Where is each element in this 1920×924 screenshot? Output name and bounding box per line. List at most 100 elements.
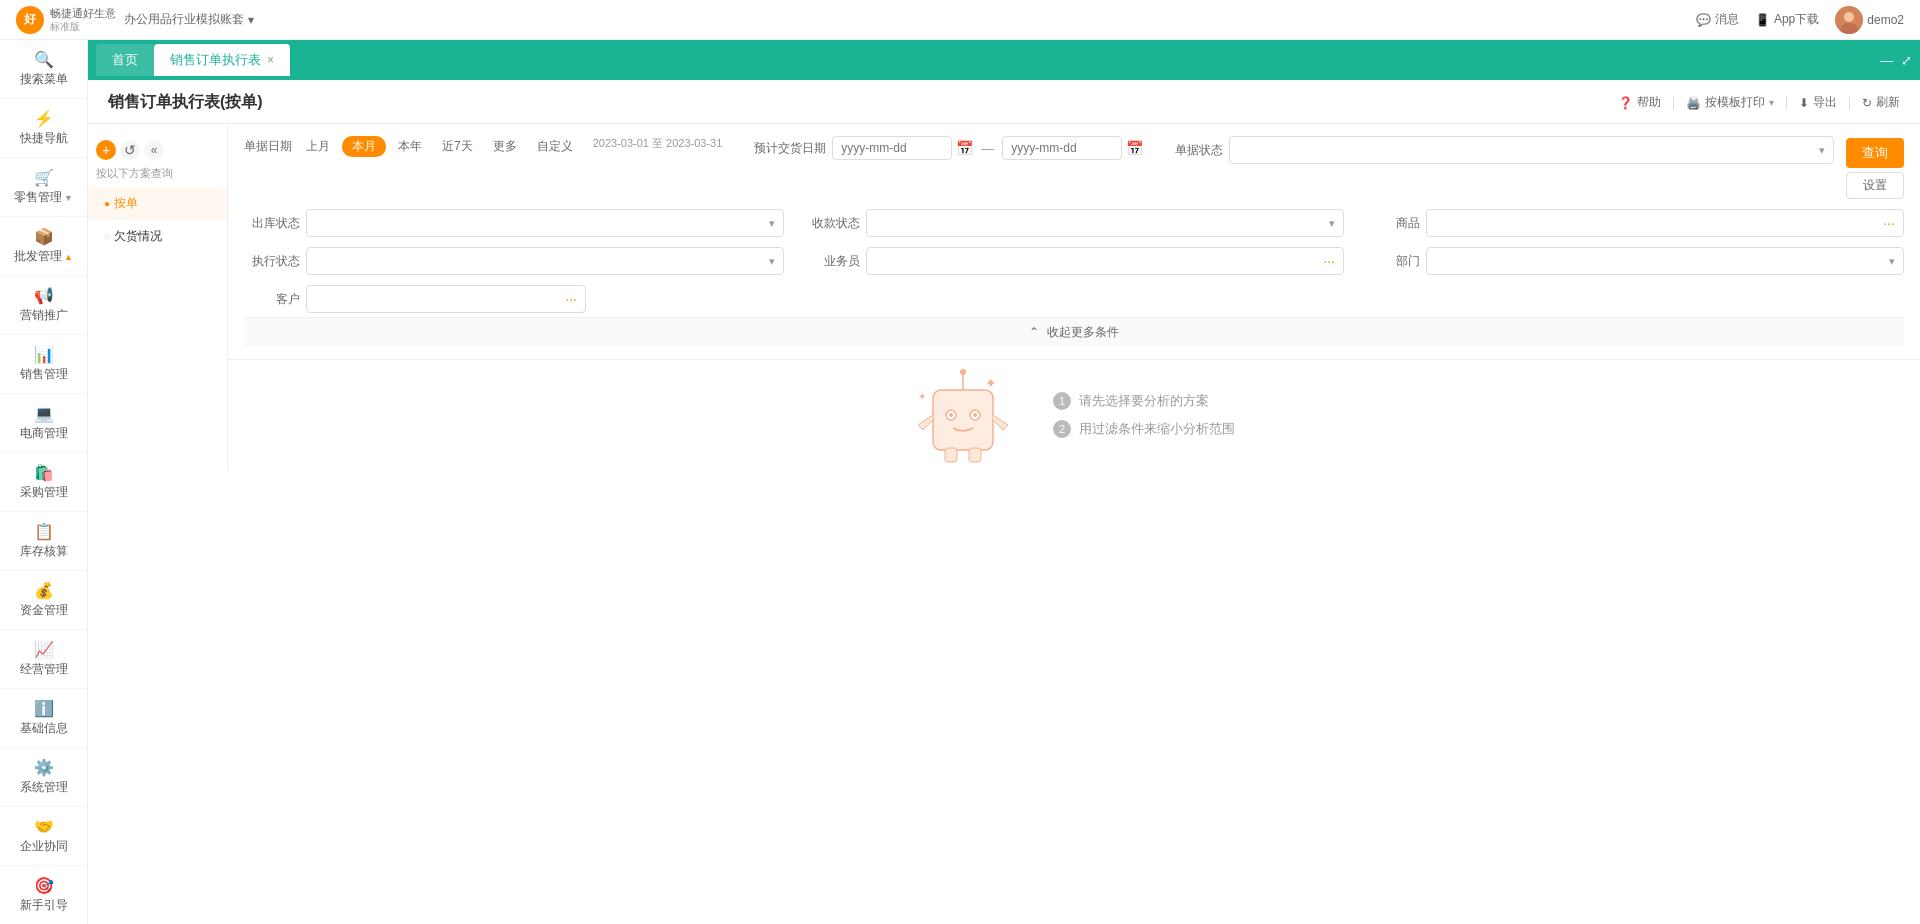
sidebar-item-system[interactable]: ⚙️ 系统管理	[0, 748, 87, 807]
sidebar-item-inventory[interactable]: 📋 库存核算	[0, 512, 87, 571]
goods-input[interactable]: ···	[1426, 209, 1904, 237]
app-download-label: App下载	[1774, 11, 1819, 28]
dept-select[interactable]: ▾	[1426, 247, 1904, 275]
sidebar-item-label: 搜索菜单	[4, 71, 83, 88]
doc-status-select[interactable]: ▾	[1229, 136, 1834, 164]
sidebar-item-wholesale[interactable]: 📦 批发管理 ▲	[0, 217, 87, 276]
goods-cell: 商品 ···	[1364, 209, 1904, 237]
message-btn[interactable]: 💬 消息	[1696, 11, 1739, 28]
date-tab-custom[interactable]: 自定义	[529, 136, 581, 157]
chevron-down-icon: ▼	[64, 193, 73, 203]
sidebar-item-label: 营销推广	[4, 307, 83, 324]
app-download-btn[interactable]: 📱 App下载	[1755, 11, 1819, 28]
page-content: 销售订单执行表(按单) ❓ 帮助 🖨️ 按模板打印 ▾	[88, 80, 1920, 924]
chevron-down-icon: ▾	[769, 255, 775, 268]
exec-cell: 执行状态 ▾	[244, 247, 784, 275]
dots-icon[interactable]: ···	[1883, 215, 1895, 231]
basicinfo-icon: ℹ️	[4, 699, 83, 718]
salesperson-input[interactable]: ···	[866, 247, 1344, 275]
sidebar-item-label: 经营管理	[4, 661, 83, 678]
date-tab-lastmonth[interactable]: 上月	[298, 136, 338, 157]
sidebar-item-retail[interactable]: 🛒 零售管理 ▼	[0, 158, 87, 217]
receive-cell: 收款状态 ▾	[804, 209, 1344, 237]
user-menu[interactable]: demo2	[1835, 6, 1904, 34]
date-dash: —	[977, 141, 998, 156]
date-tab-thismonth[interactable]: 本月	[342, 136, 386, 157]
empty-illustration: ✦ ✦	[913, 360, 1013, 470]
page-inner: 销售订单执行表(按单) ❓ 帮助 🖨️ 按模板打印 ▾	[88, 80, 1920, 924]
sidebar-item-operations[interactable]: 📈 经营管理	[0, 630, 87, 689]
collapse-filters-btn[interactable]: ⌃ 收起更多条件	[244, 317, 1904, 347]
sidebar-item-basicinfo[interactable]: ℹ️ 基础信息	[0, 689, 87, 748]
finance-icon: 💰	[4, 581, 83, 600]
sub-nav-item-shortage[interactable]: ○ 欠货情况	[88, 220, 227, 253]
sidebar-item-marketing[interactable]: 📢 营销推广	[0, 276, 87, 335]
outbound-select[interactable]: ▾	[306, 209, 784, 237]
print-btn[interactable]: 🖨️ 按模板打印 ▾	[1686, 94, 1774, 111]
sidebar-item-sales[interactable]: 📊 销售管理	[0, 335, 87, 394]
refresh-btn[interactable]: ↻ 刷新	[1862, 94, 1900, 111]
tab-minimize-icon[interactable]: —	[1880, 53, 1893, 68]
svg-rect-3	[933, 390, 993, 450]
date-tab-last7days[interactable]: 近7天	[434, 136, 481, 157]
page-actions: ❓ 帮助 🖨️ 按模板打印 ▾ ⬇ 导出	[1618, 94, 1900, 111]
sidebar-item-finance[interactable]: 💰 资金管理	[0, 571, 87, 630]
breadcrumb-area: 办公用品行业模拟账套 ▾	[124, 11, 254, 28]
dots-icon[interactable]: ···	[565, 291, 577, 307]
doc-status-group: 单据状态 ▾	[1175, 136, 1834, 164]
logo-icon: 好	[16, 6, 44, 34]
sidebar-item-guide[interactable]: 🎯 新手引导	[0, 866, 87, 924]
collapse-subnav-btn[interactable]: «	[144, 140, 164, 160]
sub-nav-item-byorder[interactable]: ● 按单	[88, 187, 227, 220]
date-tab-thisyear[interactable]: 本年	[390, 136, 430, 157]
settings-btn[interactable]: 设置	[1846, 172, 1904, 199]
receive-select[interactable]: ▾	[866, 209, 1344, 237]
operations-icon: 📈	[4, 640, 83, 659]
expected-date-group: 预计交货日期 📅 — 📅	[754, 136, 1143, 160]
username-label: demo2	[1867, 13, 1904, 27]
sidebar-item-label: 新手引导	[4, 897, 83, 914]
sidebar-item-purchase[interactable]: 🛍️ 采购管理	[0, 453, 87, 512]
sidebar-item-label: 批发管理	[14, 248, 62, 265]
help-btn[interactable]: ❓ 帮助	[1618, 94, 1661, 111]
tab-home[interactable]: 首页	[96, 44, 154, 76]
logo-sub-text: 标准版	[50, 20, 116, 33]
help-label: 帮助	[1637, 94, 1661, 111]
refresh-scheme-btn[interactable]: ↺	[120, 140, 140, 160]
tab-close-icon[interactable]: ×	[267, 53, 274, 67]
message-icon: 💬	[1696, 13, 1711, 27]
breadcrumb-text: 办公用品行业模拟账套	[124, 11, 244, 28]
dots-icon[interactable]: ···	[1323, 253, 1335, 269]
help-icon: ❓	[1618, 96, 1633, 110]
sidebar-item-search[interactable]: 🔍 搜索菜单	[0, 40, 87, 99]
breadcrumb-dropdown-icon[interactable]: ▾	[248, 13, 254, 27]
chevron-up-icon: ⌃	[1029, 325, 1039, 339]
tab-expand-icon[interactable]: ⤢	[1901, 53, 1912, 68]
svg-point-10	[960, 369, 966, 375]
chevron-down-icon: ▾	[1889, 255, 1895, 268]
page-title: 销售订单执行表(按单)	[108, 92, 263, 113]
sidebar-item-ecommerce[interactable]: 💻 电商管理	[0, 394, 87, 453]
goods-label: 商品	[1364, 215, 1420, 232]
exec-select[interactable]: ▾	[306, 247, 784, 275]
query-btn[interactable]: 查询	[1846, 138, 1904, 168]
expected-date-to-input[interactable]	[1002, 136, 1122, 160]
calendar-to-icon[interactable]: 📅	[1126, 140, 1143, 156]
filter-panel: 单据日期 上月 本月 本年 近7天 更多 自定义	[228, 124, 1920, 360]
add-scheme-btn[interactable]: +	[96, 140, 116, 160]
doc-status-label: 单据状态	[1175, 142, 1223, 159]
expected-date-from-input[interactable]	[832, 136, 952, 160]
sidebar-item-enterprise[interactable]: 🤝 企业协同	[0, 807, 87, 866]
export-btn[interactable]: ⬇ 导出	[1799, 94, 1837, 111]
sidebar-item-quicknav[interactable]: ⚡ 快捷导航	[0, 99, 87, 158]
salesperson-label: 业务员	[804, 253, 860, 270]
content-area: 首页 销售订单执行表 × — ⤢ 销售订单执行表(按单) ❓	[88, 40, 1920, 924]
calendar-from-icon[interactable]: 📅	[956, 140, 973, 156]
date-tab-more[interactable]: 更多	[485, 136, 525, 157]
customer-input[interactable]: ···	[306, 285, 586, 313]
sidebar-item-label: 快捷导航	[4, 130, 83, 147]
filter-row-4: 客户 ···	[244, 285, 1904, 313]
expected-date-label: 预计交货日期	[754, 140, 826, 157]
tab-sales-exec[interactable]: 销售订单执行表 ×	[154, 44, 290, 76]
empty-step-2: 2 用过滤条件来缩小分析范围	[1053, 420, 1235, 438]
